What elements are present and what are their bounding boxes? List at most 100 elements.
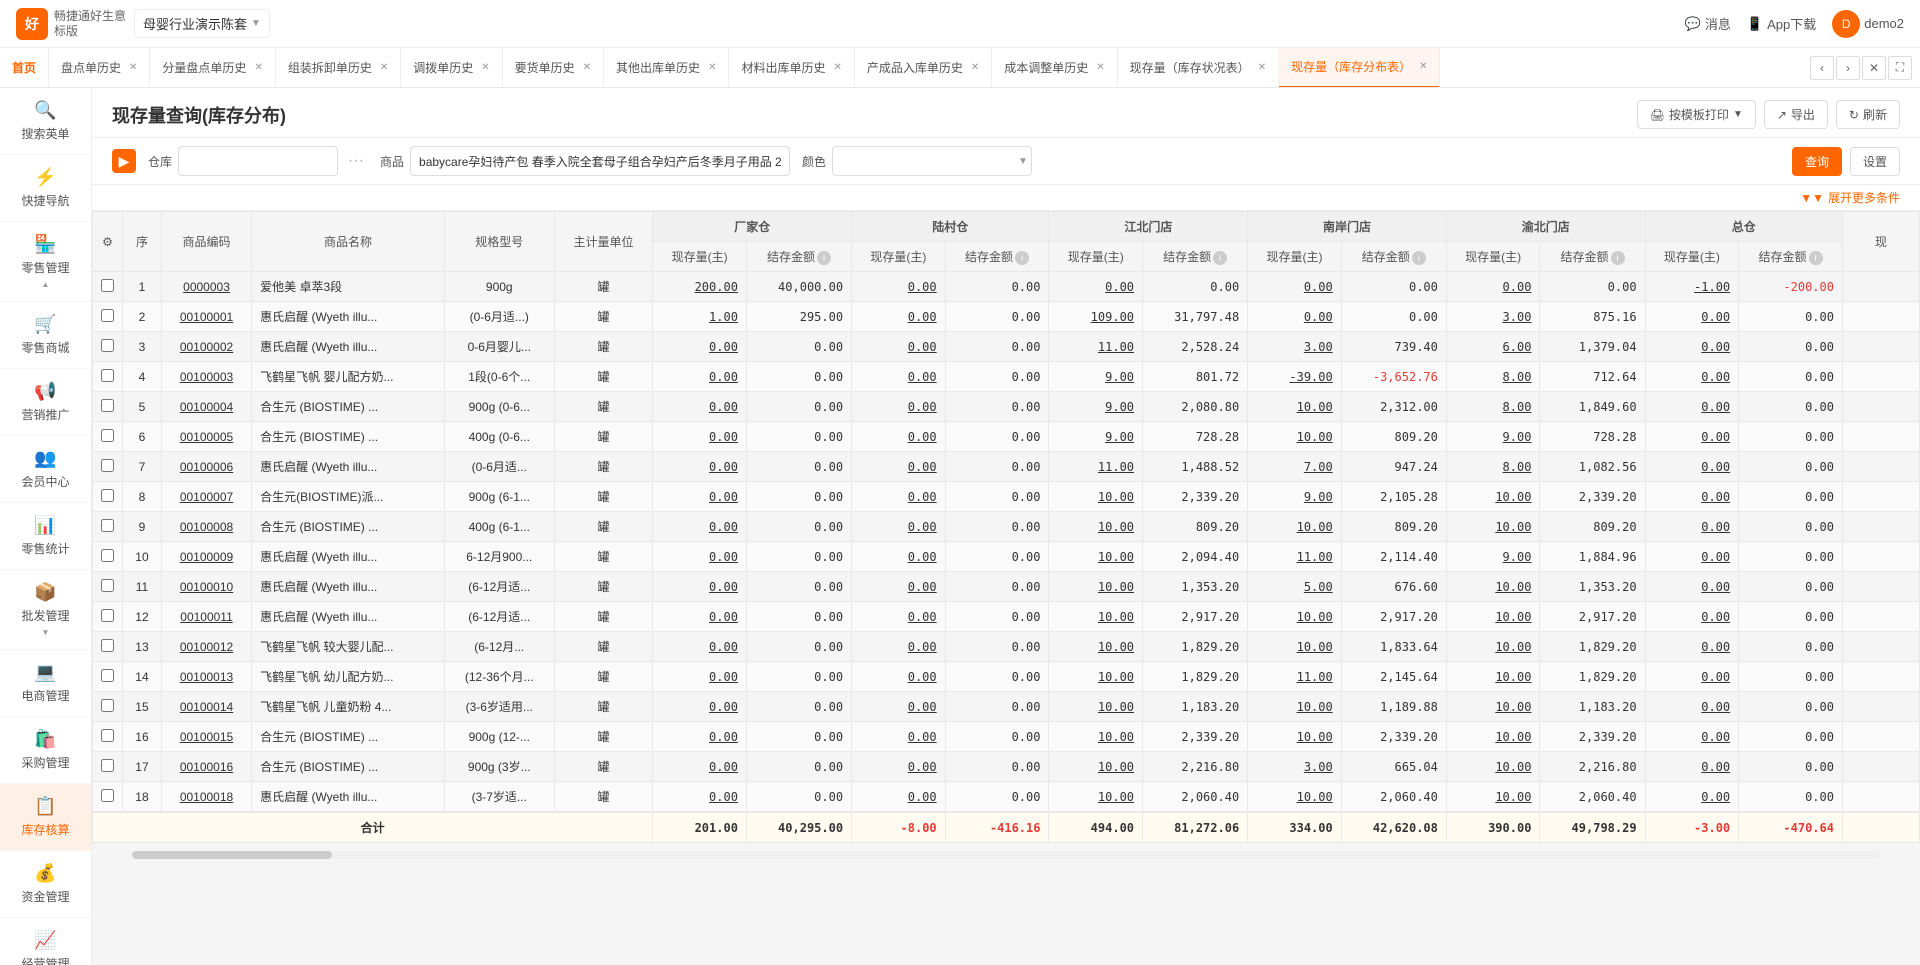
row-factory-stock[interactable]: 0.00 [653, 362, 747, 392]
row-jiangbei-stock[interactable]: 10.00 [1049, 572, 1143, 602]
tab-home[interactable]: 首页 [0, 48, 49, 88]
row-total-stock[interactable]: 0.00 [1645, 512, 1739, 542]
row-yubei-stock[interactable]: 8.00 [1446, 452, 1540, 482]
row-nanai-stock[interactable]: -39.00 [1248, 362, 1342, 392]
tab-material-out[interactable]: 材料出库单历史 ✕ [729, 48, 854, 88]
close-tab-assembly[interactable]: ✕ [380, 62, 388, 73]
row-code[interactable]: 0000003 [161, 272, 251, 302]
row-code[interactable]: 00100010 [161, 572, 251, 602]
sidebar-item-ecommerce[interactable]: 💻 电商管理 [0, 650, 91, 717]
sidebar-item-wholesale[interactable]: 📦 批发管理 ▼ [0, 570, 91, 650]
tab-next-btn[interactable]: › [1836, 56, 1860, 80]
row-nanai-stock[interactable]: 7.00 [1248, 452, 1342, 482]
close-tab-product-in[interactable]: ✕ [971, 62, 979, 73]
row-factory-stock[interactable]: 0.00 [653, 512, 747, 542]
row-jiangbei-stock[interactable]: 9.00 [1049, 362, 1143, 392]
row-jiangbei-stock[interactable]: 10.00 [1049, 662, 1143, 692]
row-yubei-stock[interactable]: 10.00 [1446, 602, 1540, 632]
row-jiangbei-stock[interactable]: 0.00 [1049, 272, 1143, 302]
export-btn[interactable]: ↗ 导出 [1764, 100, 1828, 129]
row-nanai-stock[interactable]: 10.00 [1248, 692, 1342, 722]
row-jiangbei-stock[interactable]: 9.00 [1049, 422, 1143, 452]
row-code[interactable]: 00100002 [161, 332, 251, 362]
row-code[interactable]: 00100007 [161, 482, 251, 512]
row-factory-stock[interactable]: 0.00 [653, 722, 747, 752]
row-factory-stock[interactable]: 0.00 [653, 392, 747, 422]
row-factory-stock[interactable]: 0.00 [653, 422, 747, 452]
row-luochen-stock[interactable]: 0.00 [852, 602, 946, 632]
row-checkbox[interactable] [93, 332, 123, 362]
row-jiangbei-stock[interactable]: 109.00 [1049, 302, 1143, 332]
row-yubei-stock[interactable]: 3.00 [1446, 302, 1540, 332]
row-code[interactable]: 00100014 [161, 692, 251, 722]
sidebar-item-inventory[interactable]: 📋 库存核算 [0, 784, 91, 851]
row-code[interactable]: 00100001 [161, 302, 251, 332]
warehouse-input[interactable] [178, 146, 338, 176]
row-total-stock[interactable]: 0.00 [1645, 302, 1739, 332]
scrollbar-thumb[interactable] [132, 851, 332, 859]
row-luochen-stock[interactable]: 0.00 [852, 392, 946, 422]
col-settings-header[interactable]: ⚙ [93, 212, 123, 272]
tab-stock-status[interactable]: 现存量（库存状况表） ✕ [1118, 48, 1279, 88]
row-luochen-stock[interactable]: 0.00 [852, 722, 946, 752]
info-icon-jiangbei[interactable]: i [1213, 251, 1227, 265]
close-tab-other-out[interactable]: ✕ [708, 62, 716, 73]
row-total-stock[interactable]: 0.00 [1645, 362, 1739, 392]
row-factory-stock[interactable]: 0.00 [653, 332, 747, 362]
row-checkbox[interactable] [93, 722, 123, 752]
row-code[interactable]: 00100008 [161, 512, 251, 542]
tab-fraction-stock[interactable]: 分量盘点单历史 ✕ [150, 48, 275, 88]
row-luochen-stock[interactable]: 0.00 [852, 332, 946, 362]
query-btn[interactable]: 查询 [1792, 147, 1842, 176]
tab-requisition[interactable]: 要货单历史 ✕ [503, 48, 604, 88]
close-tab-transfer[interactable]: ✕ [481, 62, 489, 73]
row-total-stock[interactable]: 0.00 [1645, 422, 1739, 452]
tab-product-in[interactable]: 产成品入库单历史 ✕ [855, 48, 992, 88]
row-checkbox[interactable] [93, 752, 123, 782]
row-luochen-stock[interactable]: 0.00 [852, 632, 946, 662]
row-checkbox[interactable] [93, 692, 123, 722]
row-yubei-stock[interactable]: 8.00 [1446, 362, 1540, 392]
row-total-stock[interactable]: -1.00 [1645, 272, 1739, 302]
row-factory-stock[interactable]: 0.00 [653, 542, 747, 572]
info-icon-nanai[interactable]: i [1412, 251, 1426, 265]
row-yubei-stock[interactable]: 10.00 [1446, 662, 1540, 692]
row-yubei-stock[interactable]: 10.00 [1446, 632, 1540, 662]
row-jiangbei-stock[interactable]: 10.00 [1049, 602, 1143, 632]
app-download-btn[interactable]: 📱 App下载 [1747, 14, 1816, 33]
close-tab-cost[interactable]: ✕ [1096, 62, 1104, 73]
row-nanai-stock[interactable]: 10.00 [1248, 632, 1342, 662]
sidebar-item-marketing[interactable]: 📢 营销推广 [0, 369, 91, 436]
row-yubei-stock[interactable]: 9.00 [1446, 542, 1540, 572]
row-luochen-stock[interactable]: 0.00 [852, 272, 946, 302]
sidebar-item-search[interactable]: 🔍 搜索英单 [0, 88, 91, 155]
row-checkbox[interactable] [93, 362, 123, 392]
tab-assembly[interactable]: 组装拆卸单历史 ✕ [276, 48, 401, 88]
close-tab-stock-dist[interactable]: ✕ [1419, 61, 1427, 72]
row-checkbox[interactable] [93, 392, 123, 422]
row-code[interactable]: 00100011 [161, 602, 251, 632]
row-total-stock[interactable]: 0.00 [1645, 782, 1739, 813]
row-luochen-stock[interactable]: 0.00 [852, 752, 946, 782]
info-icon-total[interactable]: i [1809, 251, 1823, 265]
sidebar-item-member[interactable]: 👥 会员中心 [0, 436, 91, 503]
row-jiangbei-stock[interactable]: 10.00 [1049, 512, 1143, 542]
row-checkbox[interactable] [93, 452, 123, 482]
row-factory-stock[interactable]: 0.00 [653, 482, 747, 512]
row-factory-stock[interactable]: 1.00 [653, 302, 747, 332]
row-factory-stock[interactable]: 0.00 [653, 632, 747, 662]
row-nanai-stock[interactable]: 11.00 [1248, 662, 1342, 692]
row-jiangbei-stock[interactable]: 10.00 [1049, 482, 1143, 512]
info-icon-luochen[interactable]: i [1015, 251, 1029, 265]
sidebar-item-finance[interactable]: 💰 资金管理 [0, 851, 91, 918]
tab-cost-adjust[interactable]: 成本调整单历史 ✕ [992, 48, 1117, 88]
row-luochen-stock[interactable]: 0.00 [852, 782, 946, 813]
goods-input[interactable] [410, 146, 790, 176]
info-icon-factory[interactable]: i [817, 251, 831, 265]
close-tab-material[interactable]: ✕ [833, 62, 841, 73]
row-checkbox[interactable] [93, 572, 123, 602]
row-jiangbei-stock[interactable]: 11.00 [1049, 452, 1143, 482]
filter-toggle-btn[interactable]: ▶ [112, 149, 136, 173]
row-luochen-stock[interactable]: 0.00 [852, 362, 946, 392]
row-total-stock[interactable]: 0.00 [1645, 692, 1739, 722]
